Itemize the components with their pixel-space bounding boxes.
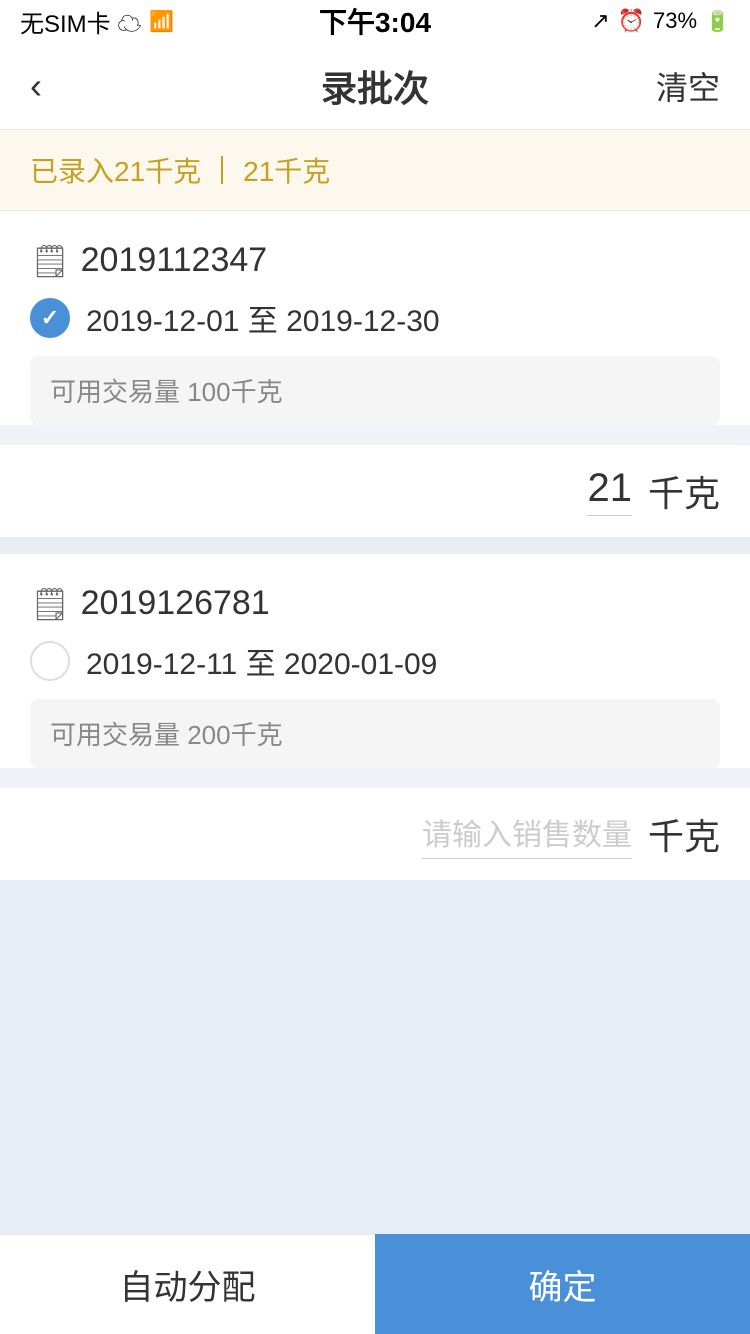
batch-1-radio[interactable]	[30, 298, 70, 338]
status-left: 无SIM卡 ☁ 📶	[20, 4, 174, 39]
batch-2-available-text: 可用交易量 200千克	[50, 720, 283, 750]
alarm-icon: ⏰	[618, 8, 645, 34]
batch-1-available: 可用交易量 100千克	[30, 356, 720, 425]
no-sim-text: 无SIM卡 ☁	[20, 4, 141, 39]
section-separator	[0, 538, 750, 554]
clear-button[interactable]: 清空	[656, 63, 720, 109]
batch-1-quantity-unit: 千克	[648, 465, 720, 517]
batch-2-card: 🗒 2019126781 2019-12-11 至 2020-01-09 可用交…	[0, 554, 750, 768]
batch-1-available-text: 可用交易量 100千克	[50, 377, 283, 407]
batch-2-input-row: 请输入销售数量 千克	[0, 788, 750, 880]
batch-1-quantity-value[interactable]: 21	[587, 466, 632, 516]
back-button[interactable]: ‹	[30, 65, 42, 107]
batch-1-date: 2019-12-01 至 2019-12-30	[86, 296, 440, 340]
recorded-amount: 已录入21千克	[30, 150, 201, 190]
status-time: 下午3:04	[319, 1, 431, 41]
batch-1-date-row: 2019-12-01 至 2019-12-30	[30, 296, 720, 340]
total-amount: 21千克	[243, 150, 330, 190]
batch-2-id: 2019126781	[81, 584, 270, 623]
batch-2-header: 🗒 2019126781	[30, 584, 720, 623]
batch-2-date: 2019-12-11 至 2020-01-09	[86, 639, 437, 683]
auto-distribute-button[interactable]: 自动分配	[0, 1234, 375, 1334]
batch-2-input-unit: 千克	[648, 808, 720, 860]
nav-bar: ‹ 录批次 清空	[0, 42, 750, 130]
status-right: ↗ ⏰ 73% 🔋	[591, 8, 730, 34]
batch-1-id: 2019112347	[81, 241, 268, 280]
batch-2-date-row: 2019-12-11 至 2020-01-09	[30, 639, 720, 683]
batch-1-icon: 🗒	[30, 242, 71, 280]
batch-2-input-placeholder[interactable]: 请输入销售数量	[422, 810, 632, 859]
gray-area	[0, 880, 750, 1280]
batch-1-header: 🗒 2019112347	[30, 241, 720, 280]
location-icon: ↗	[591, 8, 609, 34]
batch-2-available: 可用交易量 200千克	[30, 699, 720, 768]
batch-2-radio[interactable]	[30, 641, 70, 681]
wifi-icon: 📶	[149, 9, 174, 34]
batch-2-icon: 🗒	[30, 585, 71, 623]
info-divider	[221, 156, 223, 184]
status-bar: 无SIM卡 ☁ 📶 下午3:04 ↗ ⏰ 73% 🔋	[0, 0, 750, 42]
batch-1-quantity-row: 21 千克	[0, 445, 750, 538]
bottom-bar: 自动分配 确定	[0, 1234, 750, 1334]
page-title: 录批次	[321, 60, 429, 112]
battery-text: 73%	[653, 8, 697, 34]
batch-1-card: 🗒 2019112347 2019-12-01 至 2019-12-30 可用交…	[0, 211, 750, 425]
info-banner: 已录入21千克 21千克	[0, 130, 750, 211]
confirm-button[interactable]: 确定	[375, 1234, 750, 1334]
battery-icon: 🔋	[705, 9, 730, 34]
